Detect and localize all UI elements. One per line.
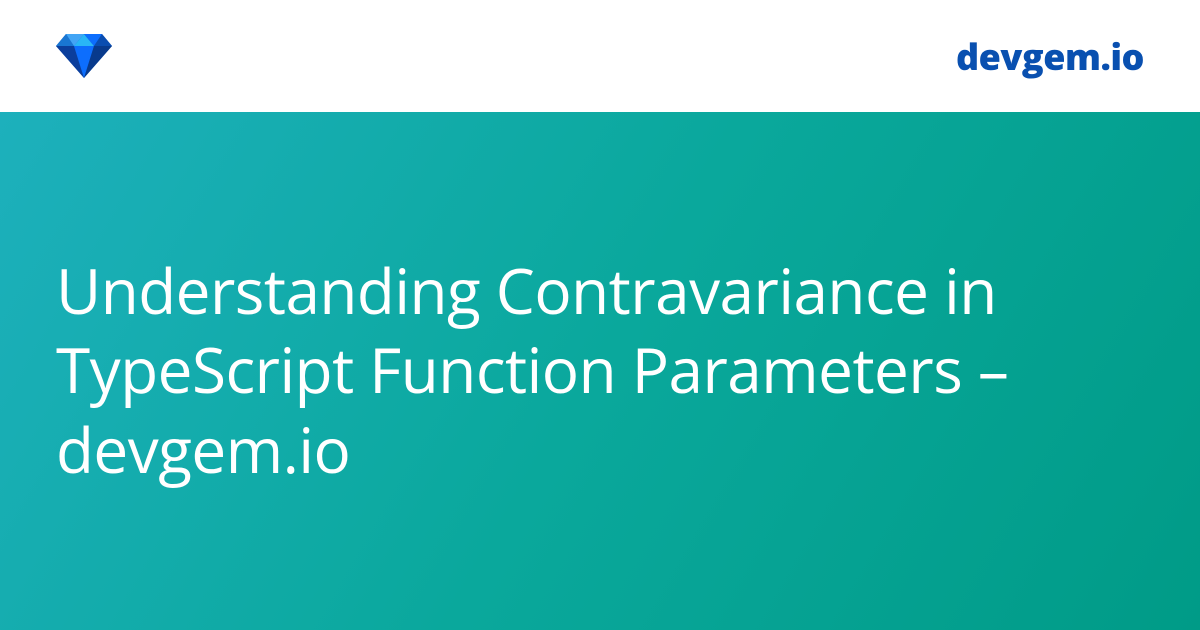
hero-banner: Understanding Contravariance in TypeScri… — [0, 112, 1200, 630]
gem-icon — [56, 32, 112, 80]
brand-name: devgem.io — [956, 32, 1144, 81]
page-title: Understanding Contravariance in TypeScri… — [56, 252, 1106, 490]
header: devgem.io — [0, 0, 1200, 112]
